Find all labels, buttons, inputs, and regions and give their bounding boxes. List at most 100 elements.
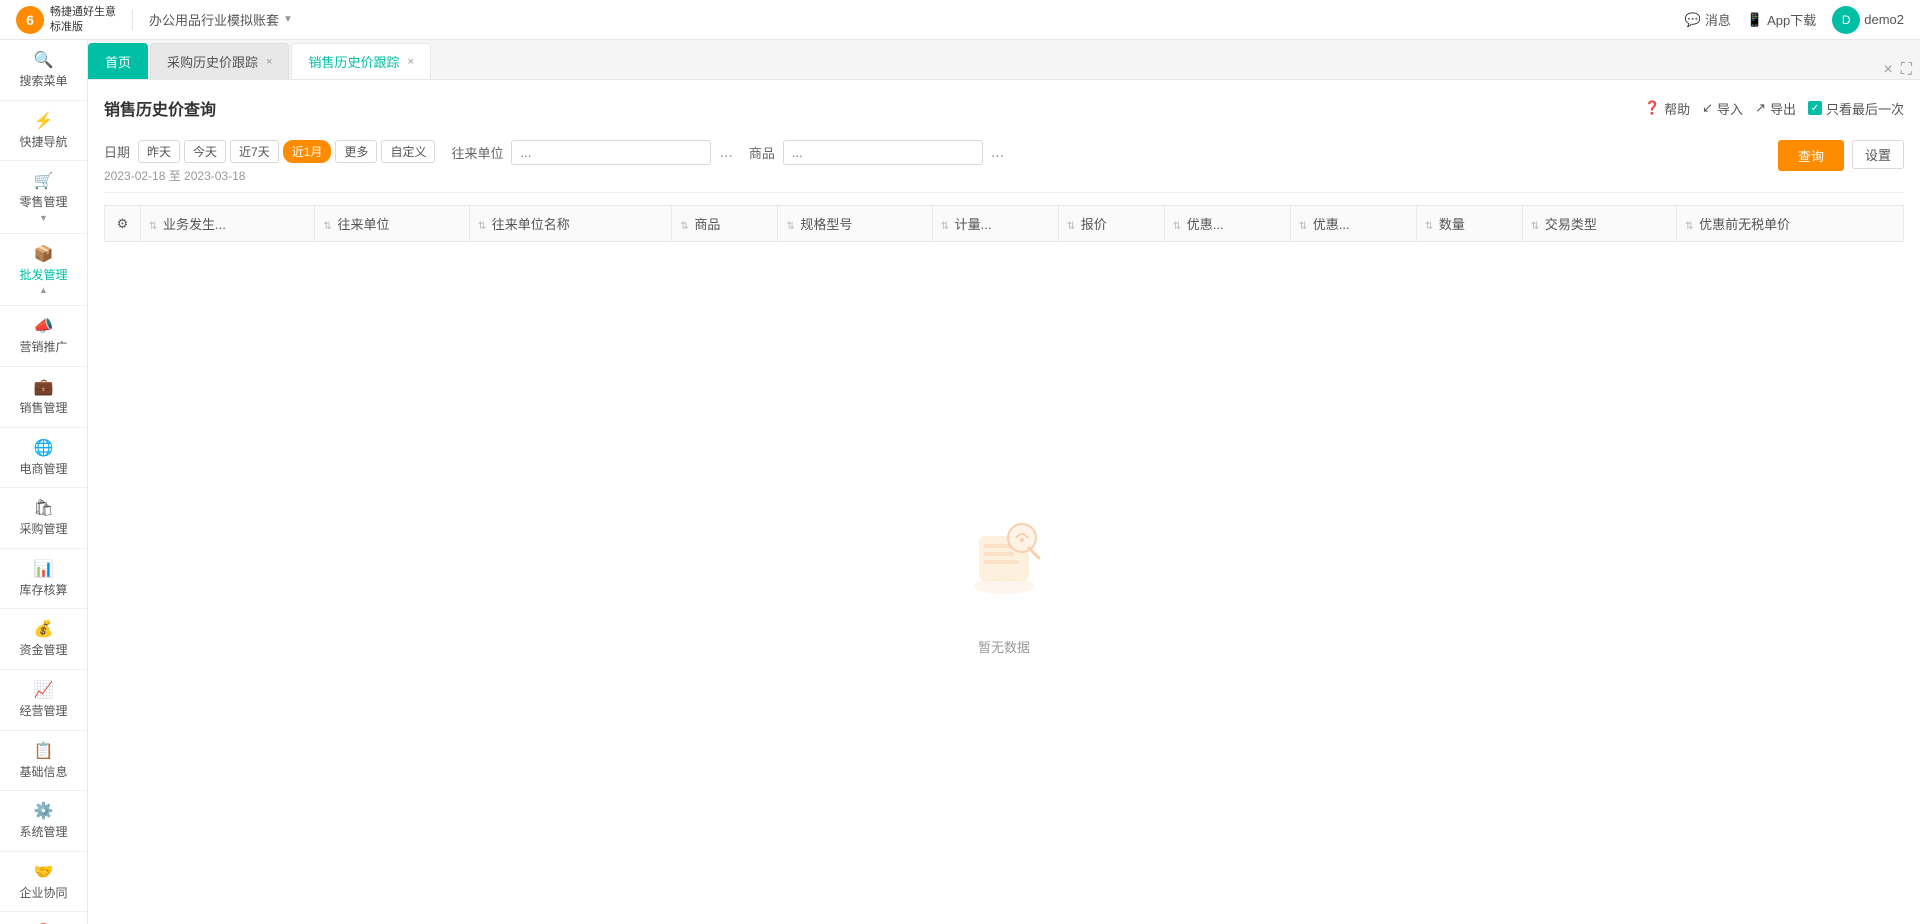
briefcase-icon: 💼 — [34, 377, 54, 397]
sidebar-item-inventory[interactable]: 📊 库存核算 — [0, 549, 87, 610]
sort-icon: ⇅ — [1531, 221, 1539, 232]
col-unit[interactable]: ⇅ 计量... — [932, 206, 1058, 242]
product-input[interactable] — [783, 140, 983, 165]
sort-icon: ⇅ — [941, 221, 949, 232]
tab-sales-history[interactable]: 销售历史价跟踪 × — [291, 43, 430, 79]
logo-text: 畅捷通好生意 标准版 — [50, 5, 116, 34]
sidebar-item-sales-mgmt[interactable]: 💼 销售管理 — [0, 367, 87, 428]
date-btn-1month[interactable]: 近1月 — [283, 140, 332, 163]
date-btn-custom[interactable]: 自定义 — [381, 140, 435, 163]
sort-icon: ⇅ — [1067, 221, 1075, 232]
tab-bar: 首页 采购历史价跟踪 × 销售历史价跟踪 × × ⛶ — [88, 40, 1920, 80]
page-header: 销售历史价查询 ❓ 帮助 ↙ 导入 ↗ 导出 — [104, 96, 1904, 120]
col-product[interactable]: ⇅ 商品 — [672, 206, 778, 242]
sort-icon: ⇅ — [149, 221, 157, 232]
date-filter-group: 日期 昨天 今天 近7天 近1月 更多 自定义 — [104, 140, 435, 163]
col-qty[interactable]: ⇅ 数量 — [1416, 206, 1522, 242]
import-button[interactable]: ↙ 导入 — [1702, 99, 1743, 118]
date-btn-today[interactable]: 今天 — [184, 140, 226, 163]
only-last-container[interactable]: ✓ 只看最后一次 — [1808, 99, 1904, 118]
sidebar-item-enterprise-collab[interactable]: 🤝 企业协同 — [0, 852, 87, 913]
maximize-window-button[interactable]: ⛶ — [1901, 61, 1912, 79]
product-filter-group: 商品 ... — [749, 140, 1004, 165]
money-icon: 💰 — [34, 619, 54, 639]
tab-close-purchase-history[interactable]: × — [266, 56, 272, 68]
date-filter-col: 日期 昨天 今天 近7天 近1月 更多 自定义 2023-02-18 至 202… — [104, 140, 435, 184]
page-content: 销售历史价查询 ❓ 帮助 ↙ 导入 ↗ 导出 — [88, 80, 1920, 924]
partner-input[interactable] — [511, 140, 711, 165]
box-icon: 📦 — [34, 244, 54, 264]
lightning-icon: ⚡ — [34, 111, 54, 131]
main-layout: 🔍 搜索菜单 ⚡ 快捷导航 🛒 零售管理 ▼ 📦 批发管理 ▲ 📣 营销推广 💼… — [0, 40, 1920, 924]
date-btn-yesterday[interactable]: 昨天 — [138, 140, 180, 163]
download-icon: 📱 — [1747, 12, 1763, 28]
date-label: 日期 — [104, 142, 130, 161]
sidebar-item-basic-info[interactable]: 📋 基础信息 — [0, 731, 87, 792]
col-settings[interactable]: ⚙ — [105, 206, 141, 242]
date-btn-7days[interactable]: 近7天 — [230, 140, 279, 163]
import-icon: ↙ — [1702, 100, 1713, 116]
table-header-row: ⚙ ⇅ 业务发生... ⇅ 往来单位 ⇅ — [105, 206, 1904, 242]
sidebar: 🔍 搜索菜单 ⚡ 快捷导航 🛒 零售管理 ▼ 📦 批发管理 ▲ 📣 营销推广 💼… — [0, 40, 88, 924]
date-range-text: 2023-02-18 至 2023-03-18 — [104, 167, 435, 184]
col-trade-type[interactable]: ⇅ 交易类型 — [1522, 206, 1676, 242]
message-button[interactable]: 💬 消息 — [1685, 10, 1731, 29]
sidebar-item-search-menu[interactable]: 🔍 搜索菜单 — [0, 40, 87, 101]
tab-home[interactable]: 首页 — [88, 43, 148, 79]
filter-settings-button[interactable]: 设置 — [1852, 140, 1904, 169]
data-table: ⚙ ⇅ 业务发生... ⇅ 往来单位 ⇅ — [104, 205, 1904, 242]
sort-icon: ⇅ — [786, 221, 794, 232]
workspace-selector[interactable]: 办公用品行业模拟账套 ▼ — [149, 10, 293, 29]
app-download-button[interactable]: 📱 App下载 — [1747, 10, 1816, 29]
only-last-checkbox[interactable]: ✓ — [1808, 101, 1822, 115]
product-label: 商品 — [749, 143, 775, 162]
avatar: D — [1832, 6, 1860, 34]
gear-icon: ⚙️ — [34, 801, 54, 821]
product-dots[interactable]: ... — [991, 144, 1004, 162]
sort-icon: ⇅ — [1299, 221, 1307, 232]
page-title: 销售历史价查询 — [104, 96, 216, 120]
sidebar-item-system-mgmt[interactable]: ⚙️ 系统管理 — [0, 791, 87, 852]
tab-purchase-history[interactable]: 采购历史价跟踪 × — [150, 43, 289, 79]
col-partner-name[interactable]: ⇅ 往来单位名称 — [469, 206, 672, 242]
header-left: 6 畅捷通好生意 标准版 办公用品行业模拟账套 ▼ — [16, 5, 293, 34]
sidebar-item-finance[interactable]: 💰 资金管理 — [0, 609, 87, 670]
tab-close-sales-history[interactable]: × — [407, 56, 413, 68]
help-button[interactable]: ❓ 帮助 — [1644, 99, 1690, 118]
col-spec[interactable]: ⇅ 规格型号 — [778, 206, 932, 242]
chevron-up-icon: ▲ — [39, 285, 48, 295]
tab-actions: × ⛶ — [1883, 61, 1920, 79]
export-button[interactable]: ↗ 导出 — [1755, 99, 1796, 118]
col-partner-code[interactable]: ⇅ 往来单位 — [315, 206, 469, 242]
help-icon: ❓ — [1644, 100, 1660, 116]
globe-icon: 🌐 — [34, 438, 54, 458]
close-window-button[interactable]: × — [1883, 61, 1892, 79]
sidebar-item-retail-mgmt[interactable]: 🛒 零售管理 ▼ — [0, 161, 87, 234]
workspace-chevron-icon: ▼ — [283, 14, 293, 25]
sidebar-item-operations[interactable]: 📈 经营管理 — [0, 670, 87, 731]
date-buttons: 昨天 今天 近7天 近1月 更多 自定义 — [138, 140, 435, 163]
sidebar-item-quick-nav[interactable]: ⚡ 快捷导航 — [0, 101, 87, 162]
empty-icon — [954, 506, 1054, 625]
user-menu[interactable]: D demo2 — [1832, 6, 1904, 34]
sidebar-item-wholesale-mgmt[interactable]: 📦 批发管理 ▲ — [0, 234, 87, 307]
sidebar-item-ecommerce[interactable]: 🌐 电商管理 — [0, 428, 87, 489]
col-discount2[interactable]: ⇅ 优惠... — [1290, 206, 1416, 242]
col-quote[interactable]: ⇅ 报价 — [1058, 206, 1164, 242]
col-discount1[interactable]: ⇅ 优惠... — [1164, 206, 1290, 242]
empty-text: 暂无数据 — [978, 637, 1030, 656]
col-pre-tax-price[interactable]: ⇅ 优惠前无税单价 — [1677, 206, 1904, 242]
sort-icon: ⇅ — [680, 221, 688, 232]
sidebar-item-new-user-guide[interactable]: 🎯 新手引导 — [0, 912, 87, 924]
megaphone-icon: 📣 — [34, 316, 54, 336]
col-biz-date[interactable]: ⇅ 业务发生... — [141, 206, 315, 242]
content-area: 首页 采购历史价跟踪 × 销售历史价跟踪 × × ⛶ 销售历史价查询 — [88, 40, 1920, 924]
search-icon: 🔍 — [34, 50, 54, 70]
date-btn-more[interactable]: 更多 — [335, 140, 377, 163]
query-button[interactable]: 查询 — [1778, 140, 1844, 171]
partner-dots[interactable]: ... — [719, 144, 732, 162]
sidebar-item-purchase-mgmt[interactable]: 🛍 采购管理 — [0, 488, 87, 549]
sidebar-item-marketing[interactable]: 📣 营销推广 — [0, 306, 87, 367]
sort-icon: ⇅ — [1173, 221, 1181, 232]
chevron-down-icon: ▼ — [39, 213, 48, 223]
